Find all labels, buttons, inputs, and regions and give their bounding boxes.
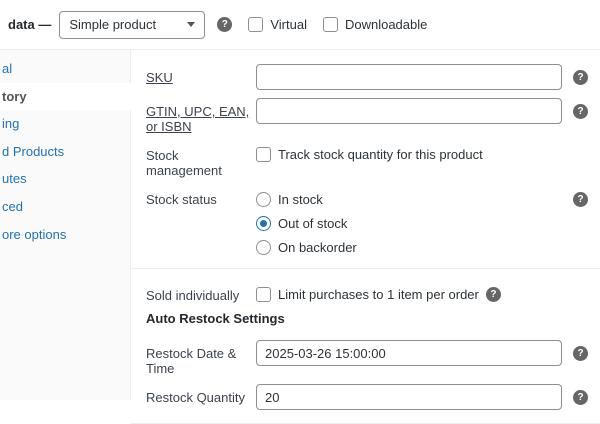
restock-datetime-label: Restock Date & Time	[146, 346, 237, 376]
stock-management-label: Stock management	[146, 148, 222, 178]
virtual-label: Virtual	[270, 17, 307, 32]
stock-management-checkbox-group: Track stock quantity for this product	[256, 142, 483, 162]
sidebar-item-attributes[interactable]: utes	[0, 165, 130, 193]
help-icon[interactable]: ?	[573, 104, 588, 119]
virtual-checkbox[interactable]	[248, 17, 264, 32]
downloadable-checkbox[interactable]	[322, 17, 338, 32]
help-icon[interactable]: ?	[573, 390, 588, 405]
sidebar-item-get-more-options[interactable]: ore options	[0, 221, 130, 249]
track-stock-label: Track stock quantity for this product	[278, 147, 483, 162]
sold-individually-checkbox-group: Limit purchases to 1 item per order ?	[256, 282, 501, 302]
gtin-fields: ?	[256, 98, 588, 124]
stock-management-fields: Track stock quantity for this product	[256, 142, 588, 162]
restock-datetime-row: Restock Date & Time ?	[146, 340, 588, 376]
sidebar-item-general[interactable]: al	[0, 55, 130, 83]
restock-quantity-label: Restock Quantity	[146, 390, 245, 405]
product-data-title: data —	[8, 17, 52, 32]
sku-input[interactable]	[256, 64, 562, 90]
limit-purchases-checkbox[interactable]	[256, 287, 271, 302]
product-type-select[interactable]: Simple product	[59, 10, 206, 39]
restock-quantity-input[interactable]	[256, 384, 562, 410]
stock-status-option-out-of-stock[interactable]: Out of stock	[256, 216, 357, 231]
restock-datetime-fields: ?	[256, 340, 588, 366]
product-type-selected-value: Simple product	[69, 17, 157, 32]
help-icon[interactable]: ?	[485, 287, 501, 302]
virtual-checkbox-group: Virtual	[248, 17, 307, 32]
sidebar-item-shipping[interactable]: ing	[0, 110, 130, 138]
stock-status-option-in-stock[interactable]: In stock	[256, 192, 357, 207]
divider	[131, 268, 600, 269]
product-data-panel: al tory ing d Products utes ced ore opti…	[0, 50, 600, 424]
help-icon[interactable]: ?	[573, 346, 588, 361]
inventory-panel: SKU ? GTIN, UPC, EAN, or ISBN ? Stock ma…	[131, 50, 600, 424]
downloadable-checkbox-group: Downloadable	[322, 17, 428, 32]
restock-quantity-row: Restock Quantity ?	[146, 384, 588, 410]
on-backorder-radio[interactable]	[256, 240, 271, 255]
limit-purchases-label: Limit purchases to 1 item per order	[278, 287, 479, 302]
product-data-tabs: al tory ing d Products utes ced ore opti…	[0, 50, 131, 400]
help-icon[interactable]: ?	[573, 192, 588, 207]
restock-datetime-input[interactable]	[256, 340, 562, 366]
on-backorder-label: On backorder	[278, 240, 357, 255]
sold-individually-label: Sold individually	[146, 288, 240, 303]
stock-status-row: Stock status In stock Out of stock On ba…	[146, 186, 588, 255]
stock-status-radio-group: In stock Out of stock On backorder	[256, 186, 357, 255]
restock-quantity-fields: ?	[256, 384, 588, 410]
help-icon[interactable]: ?	[217, 17, 233, 32]
help-icon[interactable]: ?	[573, 70, 588, 85]
sidebar-item-advanced[interactable]: ced	[0, 193, 130, 221]
sold-individually-fields: Limit purchases to 1 item per order ?	[256, 282, 588, 302]
sku-fields: ?	[256, 64, 588, 90]
stock-status-fields: In stock Out of stock On backorder ?	[256, 186, 588, 255]
auto-restock-heading: Auto Restock Settings	[146, 311, 285, 326]
stock-status-option-on-backorder[interactable]: On backorder	[256, 240, 357, 255]
downloadable-label: Downloadable	[344, 17, 428, 32]
sku-label: SKU	[146, 70, 173, 85]
gtin-row: GTIN, UPC, EAN, or ISBN ?	[146, 98, 588, 134]
in-stock-label: In stock	[278, 192, 323, 207]
product-data-toolbar: data — Simple product ? Virtual Download…	[0, 0, 600, 50]
out-of-stock-radio[interactable]	[256, 216, 271, 231]
in-stock-radio[interactable]	[256, 192, 271, 207]
stock-status-label: Stock status	[146, 192, 217, 207]
sold-individually-row: Sold individually Limit purchases to 1 i…	[146, 282, 588, 303]
sku-row: SKU ?	[146, 64, 588, 90]
gtin-input[interactable]	[256, 98, 562, 124]
track-stock-checkbox[interactable]	[256, 147, 271, 162]
out-of-stock-label: Out of stock	[278, 216, 348, 231]
sidebar-item-linked-products[interactable]: d Products	[0, 138, 130, 166]
sidebar-item-inventory[interactable]: tory	[0, 82, 131, 111]
stock-management-row: Stock management Track stock quantity fo…	[146, 142, 588, 178]
chevron-down-icon	[187, 22, 196, 27]
gtin-label: GTIN, UPC, EAN, or ISBN	[146, 104, 250, 134]
